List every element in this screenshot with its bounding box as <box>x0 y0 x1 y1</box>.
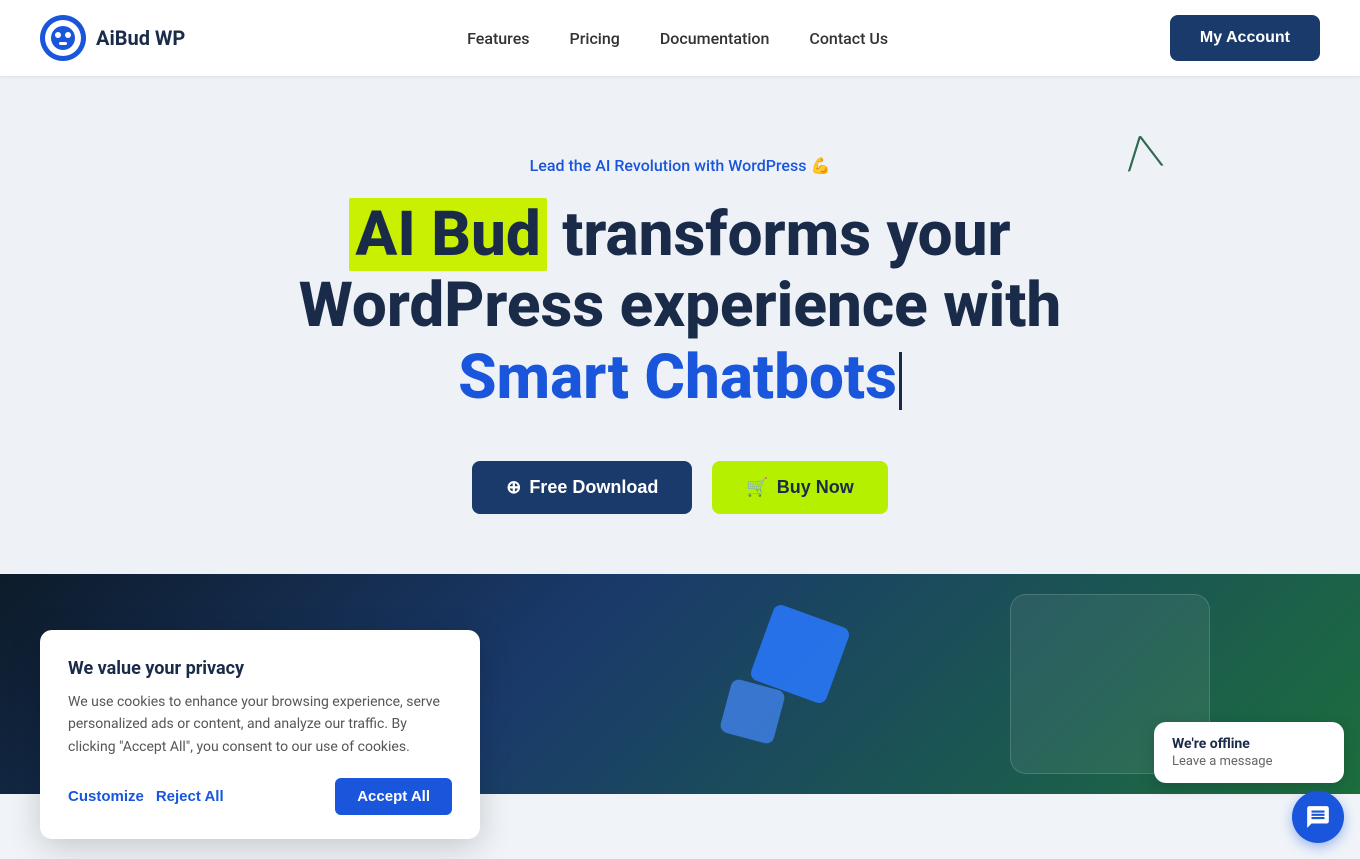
chat-icon <box>1305 804 1331 830</box>
logo-icon <box>40 15 86 61</box>
deco-lines-icon: ╱╲ <box>1124 133 1163 171</box>
free-download-label: Free Download <box>529 477 658 498</box>
hero-smart-chatbots: Smart Chatbots <box>458 342 902 413</box>
hero-section: ╱╲ Lead the AI Revolution with WordPress… <box>0 76 1360 574</box>
chat-offline-label: We're offline <box>1172 736 1326 752</box>
hero-title-line2: WordPress experience with <box>299 269 1062 342</box>
hero-title: AI Bud transforms your WordPress experie… <box>270 199 1090 413</box>
cookie-text: We use cookies to enhance your browsing … <box>68 691 452 758</box>
nav-features[interactable]: Features <box>467 29 529 48</box>
reject-all-button[interactable]: Reject All <box>156 788 224 805</box>
nav-pricing[interactable]: Pricing <box>570 29 620 48</box>
hero-buttons: ⊕ Free Download 🛒 Buy Now <box>20 461 1340 514</box>
cookie-title: We value your privacy <box>68 658 452 679</box>
chat-offline-bubble: We're offline Leave a message <box>1154 722 1344 783</box>
chat-leave-message: Leave a message <box>1172 754 1326 769</box>
logo-text: AiBud WP <box>96 26 185 50</box>
cookie-actions: Customize Reject All Accept All <box>68 778 452 815</box>
logo[interactable]: AiBud WP <box>40 15 185 61</box>
my-account-button[interactable]: My Account <box>1170 15 1320 61</box>
buy-now-button[interactable]: 🛒 Buy Now <box>712 461 887 514</box>
nav-documentation[interactable]: Documentation <box>660 29 770 48</box>
hero-title-highlight: AI Bud transforms your <box>349 198 1010 271</box>
wordpress-icon: ⊕ <box>506 477 521 498</box>
cart-icon: 🛒 <box>746 477 768 498</box>
cursor-blink <box>899 352 902 410</box>
buy-now-label: Buy Now <box>777 477 854 498</box>
accept-all-button[interactable]: Accept All <box>335 778 452 815</box>
free-download-button[interactable]: ⊕ Free Download <box>472 461 692 514</box>
cookie-banner: We value your privacy We use cookies to … <box>40 630 480 839</box>
hero-highlight-text: AI Bud <box>349 198 546 271</box>
chat-widget: We're offline Leave a message <box>1154 722 1344 843</box>
chat-open-button[interactable] <box>1292 791 1344 843</box>
navbar: AiBud WP Features Pricing Documentation … <box>0 0 1360 76</box>
nav-contact[interactable]: Contact Us <box>809 29 888 48</box>
customize-button[interactable]: Customize <box>68 788 144 805</box>
nav-links: Features Pricing Documentation Contact U… <box>467 29 888 48</box>
